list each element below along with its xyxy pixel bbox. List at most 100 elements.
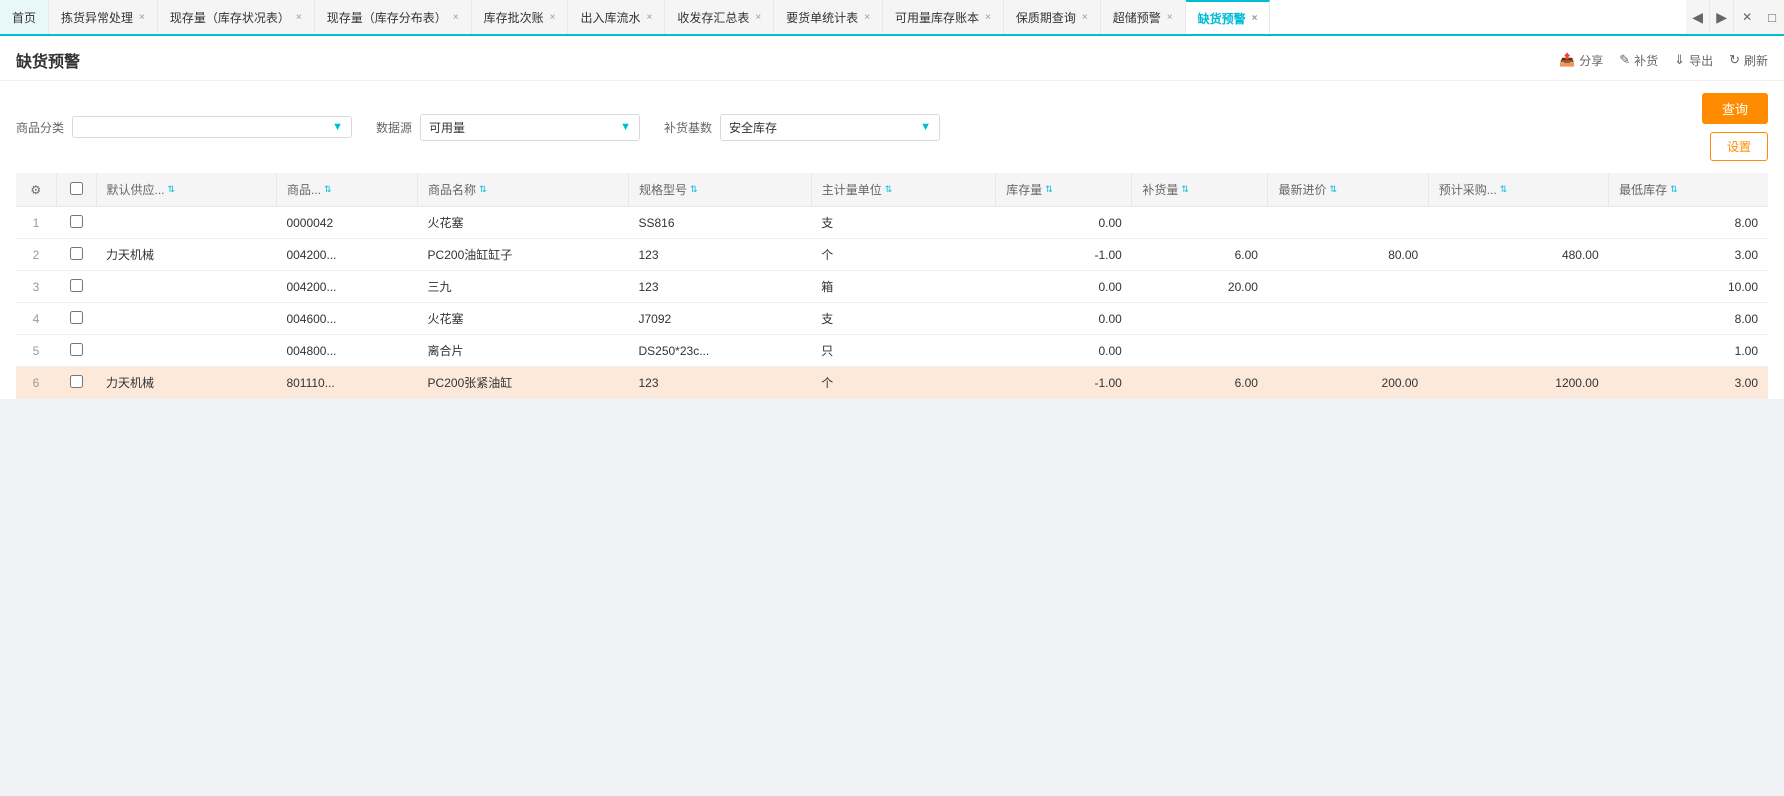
tab-label-available-ledger: 可用量库存账本: [895, 9, 979, 26]
tab-home[interactable]: 首页: [0, 0, 49, 34]
row-name: 离合片: [418, 335, 629, 367]
tab-close-collect-summary[interactable]: ×: [755, 12, 761, 23]
tab-close-overstock-warn[interactable]: ×: [1167, 12, 1173, 23]
tab-batch-account[interactable]: 库存批次账 ×: [472, 0, 569, 34]
col-latest-price[interactable]: 最新进价 ⇅: [1268, 173, 1428, 207]
tab-close-available-ledger[interactable]: ×: [985, 12, 991, 23]
select-all-checkbox[interactable]: [70, 182, 83, 195]
col-stock[interactable]: 库存量 ⇅: [996, 173, 1132, 207]
datasource-select[interactable]: 可用量 ▼: [420, 114, 640, 141]
tab-expiry-query[interactable]: 保质期查询×: [1004, 0, 1101, 34]
row-spec: J7092: [628, 303, 811, 335]
table-row: 3004200...三九123箱0.0020.0010.00: [16, 271, 1768, 303]
row-code: 004200...: [276, 271, 417, 303]
sort-unit-icon: ⇅: [885, 184, 893, 195]
tab-collect-summary[interactable]: 收发存汇总表×: [665, 0, 774, 34]
tab-in-out-flow[interactable]: 出入库流水 ×: [568, 0, 665, 34]
row-checkbox[interactable]: [56, 367, 96, 399]
row-select-checkbox[interactable]: [70, 247, 83, 260]
row-stock: 0.00: [996, 335, 1132, 367]
col-unit[interactable]: 主计量单位 ⇅: [811, 173, 995, 207]
tab-label-batch-account: 库存批次账: [484, 9, 544, 26]
table-container: ⚙ 默认供应... ⇅ 商品... ⇅: [0, 173, 1784, 399]
row-select-checkbox[interactable]: [70, 343, 83, 356]
row-select-checkbox[interactable]: [70, 311, 83, 324]
refresh-icon: ↻: [1729, 52, 1740, 68]
sort-stock-icon: ⇅: [1045, 184, 1053, 195]
row-price: 80.00: [1268, 239, 1428, 271]
table-row: 5004800...离合片DS250*23c...只0.001.00: [16, 335, 1768, 367]
tab-inventory-status[interactable]: 现存量（库存状况表）×: [158, 0, 315, 34]
settings-button[interactable]: 设置: [1710, 132, 1768, 161]
tab-label-order-stats: 要货单统计表: [786, 9, 858, 26]
col-estimated-purchase[interactable]: 预计采购... ⇅: [1428, 173, 1608, 207]
row-index: 1: [16, 207, 56, 239]
row-spec: DS250*23c...: [628, 335, 811, 367]
row-checkbox[interactable]: [56, 271, 96, 303]
row-replenish: 6.00: [1132, 367, 1268, 399]
replenish-base-filter-group: 补货基数 安全库存 ▼: [664, 114, 940, 141]
row-price: [1268, 335, 1428, 367]
col-unit-label: 主计量单位: [822, 181, 882, 198]
page-header: 缺货预警 📤 分享 ✎ 补货 ⇓ 导出 ↻ 刷新: [0, 36, 1784, 81]
col-default-supplier[interactable]: 默认供应... ⇅: [96, 173, 276, 207]
row-supplier: [96, 335, 276, 367]
replenish-button[interactable]: ✎ 补货: [1619, 52, 1658, 69]
row-checkbox[interactable]: [56, 335, 96, 367]
replenish-base-select[interactable]: 安全库存 ▼: [720, 114, 940, 141]
row-index: 6: [16, 367, 56, 399]
row-index: 4: [16, 303, 56, 335]
tab-close-batch-account[interactable]: ×: [550, 12, 556, 23]
tab-inventory-dist[interactable]: 现存量（库存分布表）×: [315, 0, 472, 34]
tab-close-order-stats[interactable]: ×: [864, 12, 870, 23]
category-select[interactable]: ▼: [72, 116, 352, 138]
row-name: 三九: [418, 271, 629, 303]
query-button[interactable]: 查询: [1702, 93, 1768, 124]
col-min-stock[interactable]: 最低库存 ⇅: [1609, 173, 1768, 207]
row-supplier: [96, 207, 276, 239]
tab-available-ledger[interactable]: 可用量库存账本 ×: [883, 0, 1004, 34]
col-settings[interactable]: ⚙: [16, 173, 56, 207]
row-select-checkbox[interactable]: [70, 279, 83, 292]
tab-close-inventory-dist[interactable]: ×: [453, 12, 459, 23]
tab-close-in-out-flow[interactable]: ×: [646, 12, 652, 23]
col-product-name[interactable]: 商品名称 ⇅: [418, 173, 629, 207]
tab-stale[interactable]: 拣货异常处理×: [49, 0, 158, 34]
row-select-checkbox[interactable]: [70, 215, 83, 228]
tab-close-stale[interactable]: ×: [139, 12, 145, 23]
tab-prev-button[interactable]: ◀: [1686, 0, 1710, 34]
row-checkbox[interactable]: [56, 303, 96, 335]
replenish-base-chevron-icon: ▼: [920, 121, 931, 133]
col-replenish-qty[interactable]: 补货量 ⇅: [1132, 173, 1268, 207]
export-button[interactable]: ⇓ 导出: [1674, 52, 1713, 69]
col-product-code[interactable]: 商品... ⇅: [276, 173, 417, 207]
tab-overstock-warn[interactable]: 超储预警×: [1101, 0, 1186, 34]
tab-restore-button[interactable]: □: [1760, 0, 1784, 34]
col-estimated-purchase-label: 预计采购...: [1439, 181, 1497, 198]
row-stock: -1.00: [996, 239, 1132, 271]
tab-close-all-button[interactable]: ✕: [1734, 0, 1760, 34]
page-title: 缺货预警: [16, 48, 80, 72]
row-name: PC200油缸缸子: [418, 239, 629, 271]
row-index: 5: [16, 335, 56, 367]
sort-replenish-icon: ⇅: [1181, 184, 1189, 195]
sort-spec-icon: ⇅: [690, 184, 698, 195]
tab-close-inventory-status[interactable]: ×: [296, 12, 302, 23]
refresh-button[interactable]: ↻ 刷新: [1729, 52, 1768, 69]
row-est-purchase: [1428, 303, 1608, 335]
col-spec[interactable]: 规格型号 ⇅: [628, 173, 811, 207]
row-min-stock: 3.00: [1609, 367, 1768, 399]
share-button[interactable]: 📤 分享: [1559, 52, 1603, 69]
tab-label-in-out-flow: 出入库流水: [580, 9, 640, 26]
row-select-checkbox[interactable]: [70, 375, 83, 388]
tab-close-shortage-warn[interactable]: ×: [1252, 13, 1258, 24]
row-supplier: [96, 271, 276, 303]
tab-shortage-warn[interactable]: 缺货预警×: [1186, 0, 1271, 34]
datasource-filter-group: 数据源 可用量 ▼: [376, 114, 640, 141]
row-checkbox[interactable]: [56, 207, 96, 239]
row-replenish: [1132, 303, 1268, 335]
tab-close-expiry-query[interactable]: ×: [1082, 12, 1088, 23]
row-checkbox[interactable]: [56, 239, 96, 271]
tab-next-button[interactable]: ▶: [1710, 0, 1734, 34]
tab-order-stats[interactable]: 要货单统计表 ×: [774, 0, 883, 34]
